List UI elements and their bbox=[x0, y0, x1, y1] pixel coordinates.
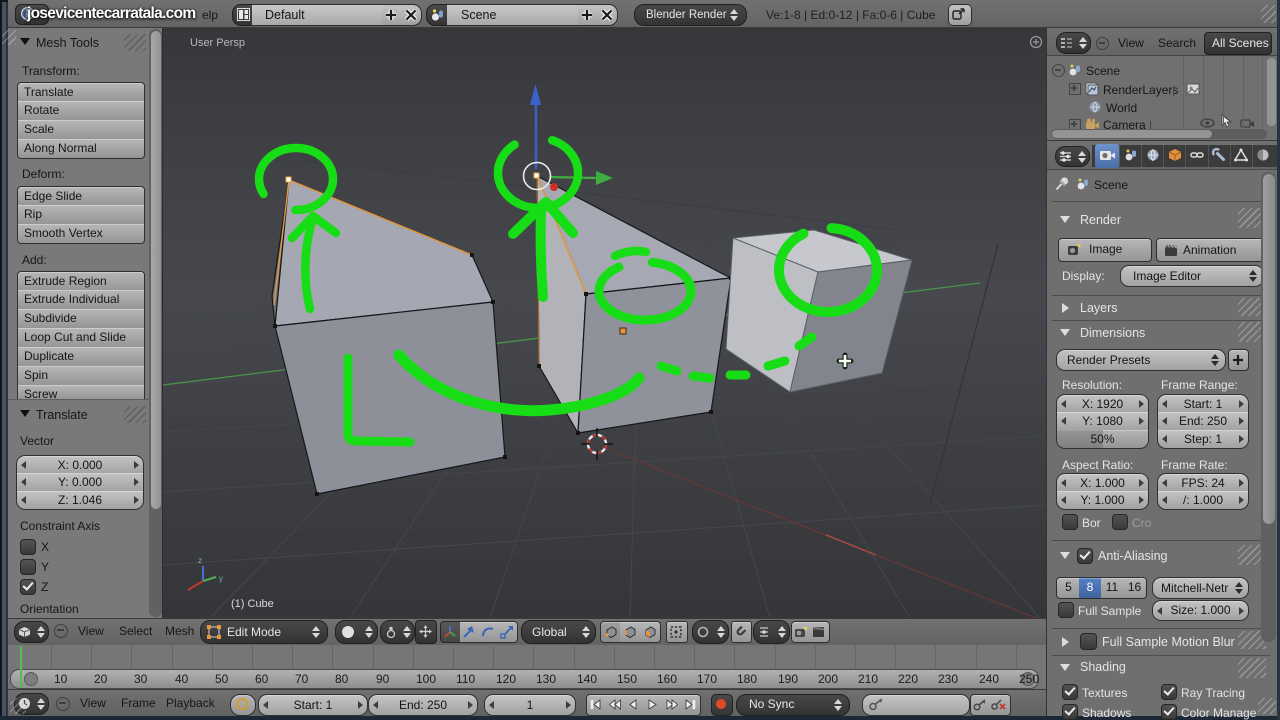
svg-text:(1) Cube: (1) Cube bbox=[231, 598, 274, 610]
svg-text:User Persp: User Persp bbox=[190, 37, 245, 49]
svg-text:z: z bbox=[198, 556, 202, 565]
svg-text:y: y bbox=[219, 574, 223, 583]
